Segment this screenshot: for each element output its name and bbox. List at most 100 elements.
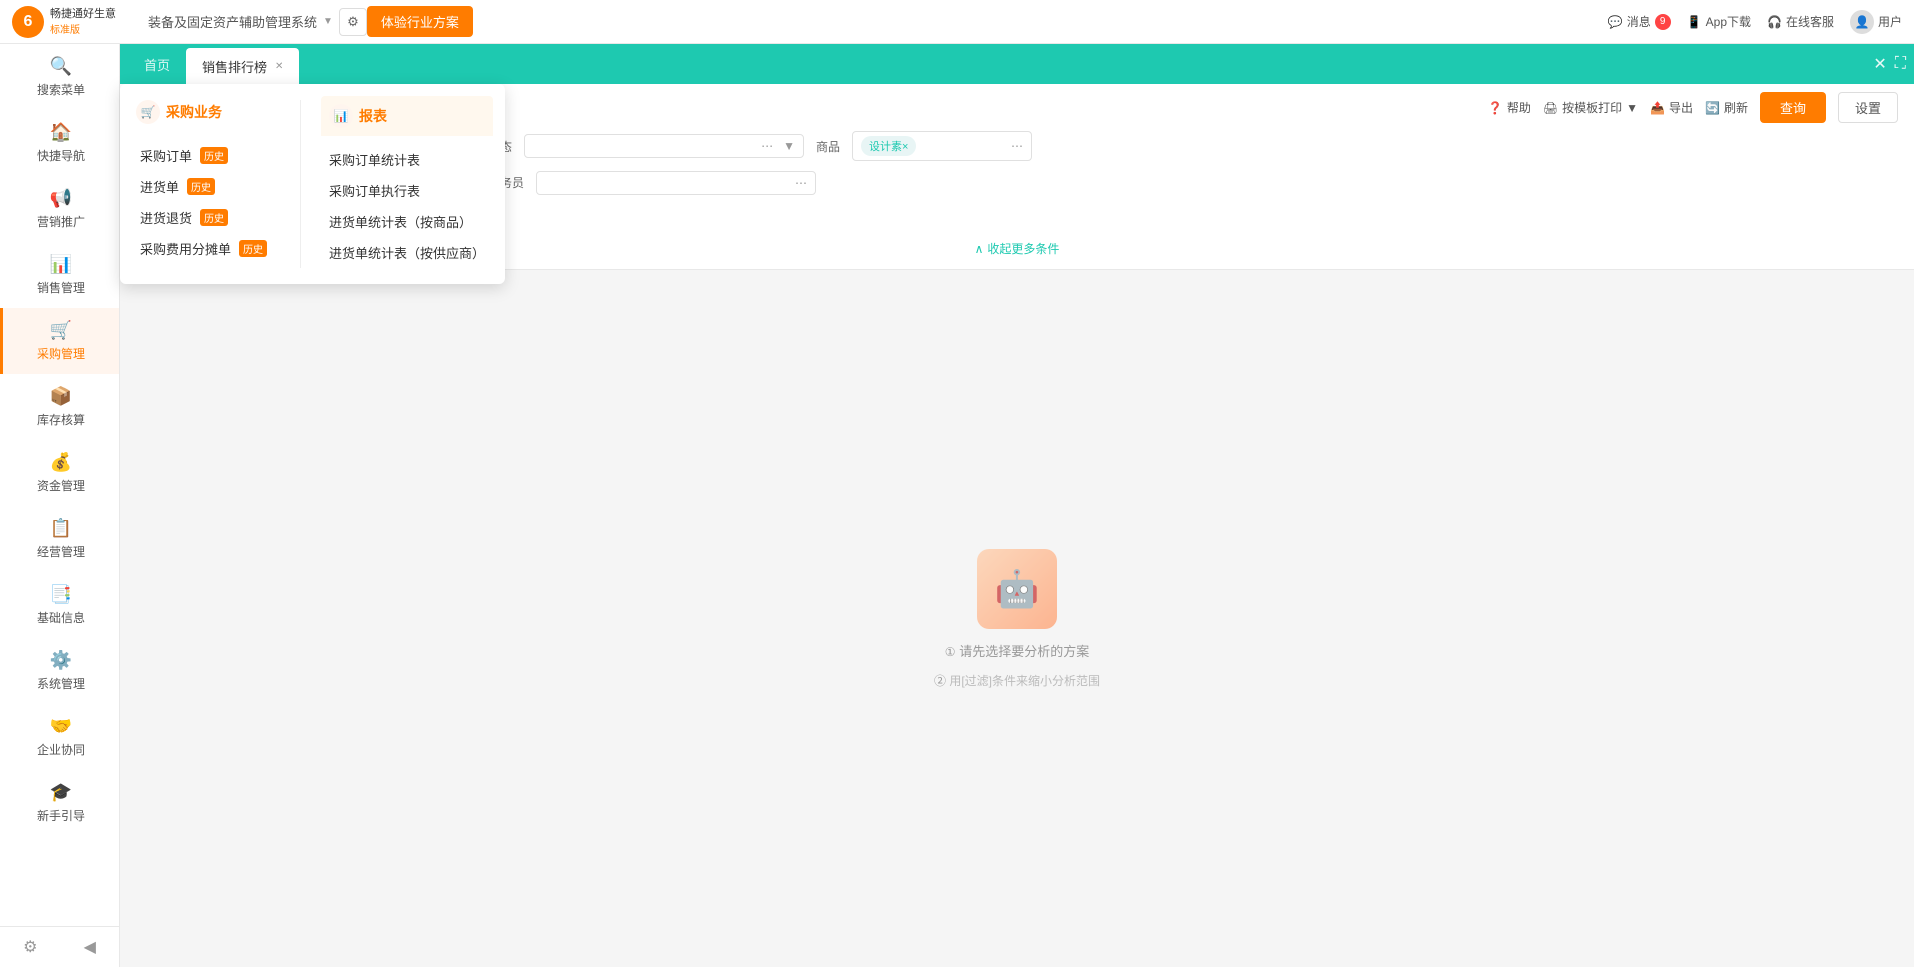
purchase-section-icon: 🛒 <box>136 100 160 124</box>
menu-item-label: 采购订单统计表 <box>329 150 420 169</box>
sidebar-label-guide: 新手引导 <box>37 807 85 824</box>
report-menu-item-进货单统计表（按商品）[interactable]: 进货单统计表（按商品） <box>325 206 489 237</box>
settings-button[interactable]: 设置 <box>1838 92 1898 123</box>
print-icon: 🖨 <box>1543 101 1558 115</box>
sidebar-icon-search: 🔍 <box>50 56 72 77</box>
report-menu-section: 📊 报表 采购订单统计表采购订单执行表进货单统计表（按商品）进货单统计表（按供应… <box>325 100 489 268</box>
purchase-menu-item-采购费用分摊单[interactable]: 采购费用分摊单 历史 <box>136 233 276 264</box>
header-right: 💬 消息 9 📱 App下载 🎧 在线客服 👤 用户 <box>1608 10 1902 34</box>
sidebar-label-sales: 销售管理 <box>37 279 85 296</box>
tab-close-sales-rank[interactable]: ✕ <box>275 61 283 72</box>
sidebar-item-marketing[interactable]: 📢 营销推广 <box>0 176 119 242</box>
empty-illustration: 🤖 <box>977 549 1057 629</box>
logo-icon: 6 <box>12 6 44 38</box>
sidebar-icon-inventory: 📦 <box>50 386 72 407</box>
sidebar-item-sales[interactable]: 📊 销售管理 <box>0 242 119 308</box>
status-filter[interactable]: ⋯ ▼ <box>524 134 804 158</box>
sidebar-item-search[interactable]: 🔍 搜索菜单 <box>0 44 119 110</box>
sidebar-label-enterprise: 企业协同 <box>37 741 85 758</box>
goods-tag: 设计素× <box>861 136 916 156</box>
tab-label-home: 首页 <box>144 55 170 74</box>
goods-label: 商品 <box>816 138 840 155</box>
purchase-menu-item-进货退货[interactable]: 进货退货 历史 <box>136 202 276 233</box>
phone-icon: 📱 <box>1687 15 1702 29</box>
headset-icon: 🎧 <box>1767 15 1782 29</box>
app-download-btn[interactable]: 📱 App下载 <box>1687 13 1751 30</box>
sidebar-item-inventory[interactable]: 📦 库存核算 <box>0 374 119 440</box>
sidebar-icon-operations: 📋 <box>50 518 72 539</box>
status-dropdown-icon[interactable]: ▼ <box>783 139 795 153</box>
status-dots[interactable]: ⋯ <box>761 139 773 153</box>
logo-badge: 标准版 <box>50 21 116 36</box>
sidebar-icon-system: ⚙️ <box>50 650 72 671</box>
online-service-btn[interactable]: 🎧 在线客服 <box>1767 13 1834 30</box>
sidebar-icon-quick-nav: 🏠 <box>50 122 72 143</box>
tab-home[interactable]: 首页 <box>128 44 186 84</box>
help-btn[interactable]: ❓ 帮助 <box>1488 99 1531 116</box>
tab-expand-icon[interactable]: ⛶ <box>1895 55 1906 73</box>
tab-bar: 首页 销售排行榜 ✕ ✕ ⛶ <box>120 44 1914 84</box>
empty-hint-1: ① 请先选择要分析的方案 <box>945 641 1089 660</box>
history-badge: 历史 <box>200 147 228 164</box>
menu-item-label: 采购订单 <box>140 146 192 165</box>
menu-item-label: 采购订单执行表 <box>329 181 420 200</box>
tab-close-all-icon[interactable]: ✕ <box>1873 54 1886 74</box>
sidebar-label-system: 系统管理 <box>37 675 85 692</box>
logo-area: 6 畅捷通好生意 标准版 <box>12 6 132 38</box>
sidebar-label-marketing: 营销推广 <box>37 213 85 230</box>
print-btn[interactable]: 🖨 按模板打印 ▼ <box>1543 99 1638 116</box>
sidebar-icon-guide: 🎓 <box>50 782 72 803</box>
sidebar-item-operations[interactable]: 📋 经营管理 <box>0 506 119 572</box>
sidebar-label-purchase: 采购管理 <box>37 345 85 362</box>
report-menu-item-进货单统计表（按供应商）[interactable]: 进货单统计表（按供应商） <box>325 237 489 268</box>
sidebar-icon-purchase: 🛒 <box>50 320 72 341</box>
report-menu-item-采购订单统计表[interactable]: 采购订单统计表 <box>325 144 489 175</box>
sidebar-item-finance[interactable]: 💰 资金管理 <box>0 440 119 506</box>
salesperson-dots[interactable]: ⋯ <box>795 176 807 190</box>
message-icon: 💬 <box>1608 15 1623 29</box>
report-menu-item-采购订单执行表[interactable]: 采购订单执行表 <box>325 175 489 206</box>
purchase-menu-item-采购订单[interactable]: 采购订单 历史 <box>136 140 276 171</box>
purchase-section-title: 🛒 采购业务 <box>136 100 276 130</box>
message-btn[interactable]: 💬 消息 9 <box>1608 13 1671 30</box>
menu-item-label: 采购费用分摊单 <box>140 239 231 258</box>
sidebar-collapse-btn[interactable]: ◀ <box>84 937 96 957</box>
collapse-btn[interactable]: ∧ 收起更多条件 <box>975 240 1060 257</box>
query-button[interactable]: 查询 <box>1760 92 1826 123</box>
help-icon: ❓ <box>1488 101 1503 115</box>
sidebar-item-basic[interactable]: 📑 基础信息 <box>0 572 119 638</box>
purchase-menu-item-进货单[interactable]: 进货单 历史 <box>136 171 276 202</box>
tab-label-sales-rank: 销售排行榜 <box>202 57 267 76</box>
message-badge: 9 <box>1655 14 1671 30</box>
print-dropdown-icon[interactable]: ▼ <box>1626 101 1638 115</box>
empty-hint-2: ② 用[过滤]条件来缩小分析范围 <box>934 672 1100 689</box>
sidebar-label-basic: 基础信息 <box>37 609 85 626</box>
sidebar-item-guide[interactable]: 🎓 新手引导 <box>0 770 119 836</box>
sidebar-settings-btn[interactable]: ⚙ <box>23 937 37 957</box>
system-settings-icon[interactable]: ⚙ <box>339 8 367 36</box>
sidebar-icon-sales: 📊 <box>50 254 72 275</box>
menu-divider <box>300 100 301 268</box>
trial-button[interactable]: 体验行业方案 <box>367 6 473 37</box>
menu-item-label: 进货单 <box>140 177 179 196</box>
system-title-dropdown[interactable]: ▼ <box>323 16 333 27</box>
sidebar-icon-marketing: 📢 <box>50 188 72 209</box>
sidebar-item-purchase[interactable]: 🛒 采购管理 <box>0 308 119 374</box>
top-header: 6 畅捷通好生意 标准版 装备及固定资产辅助管理系统 ▼ ⚙ 体验行业方案 💬 … <box>0 0 1914 44</box>
export-btn[interactable]: 📤 导出 <box>1650 99 1693 116</box>
goods-filter[interactable]: 设计素× ⋯ <box>852 131 1032 161</box>
salesperson-filter[interactable]: ⋯ <box>536 171 816 195</box>
refresh-btn[interactable]: 🔄 刷新 <box>1705 99 1748 116</box>
sidebar-label-inventory: 库存核算 <box>37 411 85 428</box>
goods-dots[interactable]: ⋯ <box>1011 139 1023 153</box>
report-section-icon: 📊 <box>329 104 353 128</box>
sidebar-item-system[interactable]: ⚙️ 系统管理 <box>0 638 119 704</box>
empty-state: 🤖 ① 请先选择要分析的方案 ② 用[过滤]条件来缩小分析范围 <box>120 270 1914 967</box>
tab-sales-rank[interactable]: 销售排行榜 ✕ <box>186 48 299 84</box>
history-badge: 历史 <box>239 240 267 257</box>
user-btn[interactable]: 👤 用户 <box>1850 10 1902 34</box>
user-avatar: 👤 <box>1850 10 1874 34</box>
sidebar-item-quick-nav[interactable]: 🏠 快捷导航 <box>0 110 119 176</box>
sidebar-item-enterprise[interactable]: 🤝 企业协同 <box>0 704 119 770</box>
collapse-icon: ∧ <box>975 242 984 256</box>
